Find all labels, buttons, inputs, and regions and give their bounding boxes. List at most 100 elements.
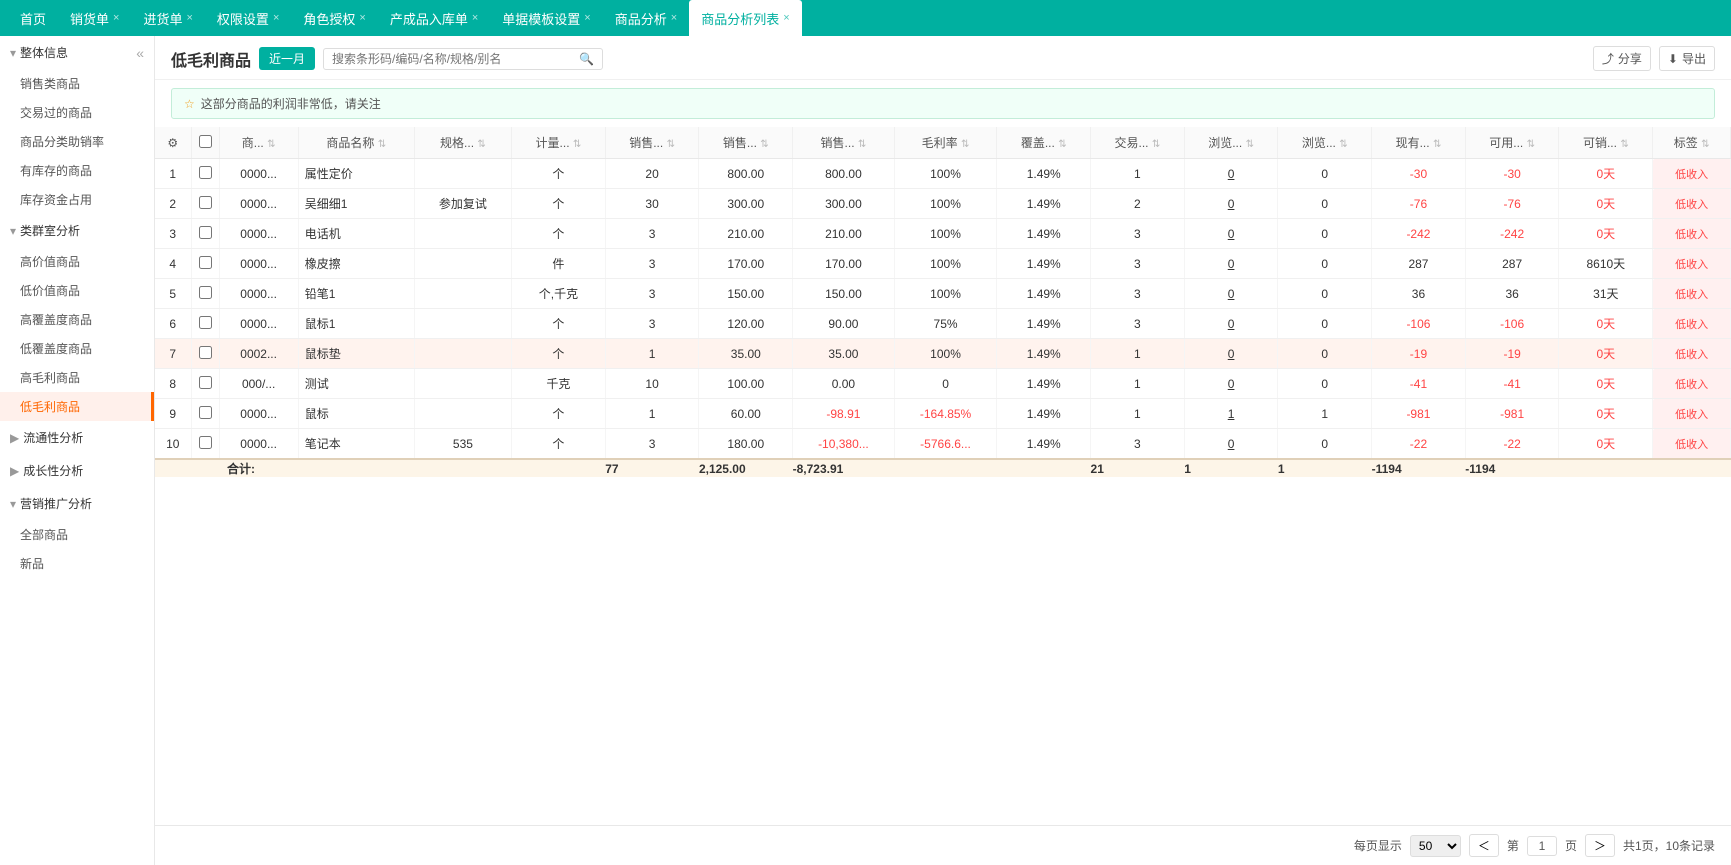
sidebar-item-high-value[interactable]: 高价值商品 [0,247,154,276]
row-view1[interactable]: 0 [1184,159,1278,189]
sidebar-item-high-margin[interactable]: 高毛利商品 [0,363,154,392]
col-spec[interactable]: 规格... ⇅ [414,127,511,159]
col-tag[interactable]: 标签 ⇅ [1653,127,1731,159]
sidebar-item-low-coverage[interactable]: 低覆盖度商品 [0,334,154,363]
nav-purchase-close[interactable]: × [186,12,192,24]
row-checkbox[interactable] [191,369,219,399]
nav-product-analysis[interactable]: 商品分析 × [603,0,689,36]
sidebar-group-flow[interactable]: ▶ 流通性分析 [0,421,154,454]
col-coverage-label: 覆盖... [1021,136,1055,150]
col-code[interactable]: 商... ⇅ [219,127,298,159]
share-button[interactable]: ⤴ 分享 [1593,46,1651,71]
col-trade[interactable]: 交易... ⇅ [1091,127,1185,159]
sidebar-group-overall[interactable]: ▾ 整体信息 « [0,36,154,69]
sidebar-item-in-stock[interactable]: 有库存的商品 [0,156,154,185]
nav-product-analysis-list[interactable]: 商品分析列表 × [689,0,801,36]
col-unit[interactable]: 计量... ⇅ [512,127,606,159]
export-button[interactable]: ⬇ 导出 [1659,46,1715,71]
row-view1[interactable]: 0 [1184,369,1278,399]
col-sales-price[interactable]: 销售... ⇅ [699,127,793,159]
col-saleable[interactable]: 可销... ⇅ [1559,127,1653,159]
row-view1[interactable]: 1 [1184,399,1278,429]
row-checkbox[interactable] [191,249,219,279]
nav-product-entry[interactable]: 产成品入库单 × [378,0,490,36]
nav-template-close[interactable]: × [584,12,590,24]
table-row: 1 0000... 属性定价 个 20 800.00 800.00 100% 1… [155,159,1731,189]
sidebar-item-inventory-capital[interactable]: 库存资金占用 [0,185,154,214]
col-settings[interactable]: ⚙ [155,127,191,159]
row-view1[interactable]: 0 [1184,429,1278,460]
row-checkbox[interactable] [191,309,219,339]
col-view1-sort-icon: ⇅ [1246,139,1254,150]
sidebar-item-low-margin[interactable]: 低毛利商品 [0,392,154,421]
row-view1[interactable]: 0 [1184,219,1278,249]
sidebar-item-all-goods[interactable]: 全部商品 [0,520,154,549]
row-checkbox[interactable] [191,339,219,369]
nav-purchase[interactable]: 进货单 × [131,0,204,36]
row-checkbox[interactable] [191,429,219,460]
nav-product-analysis-list-close[interactable]: × [783,12,789,24]
col-name-label: 商品名称 [326,136,374,150]
row-view1[interactable]: 0 [1184,339,1278,369]
col-gross-margin[interactable]: 毛利率 ⇅ [894,127,997,159]
col-available[interactable]: 可用... ⇅ [1465,127,1559,159]
sidebar-group-cluster[interactable]: ▾ 类群室分析 [0,214,154,247]
nav-product-analysis-close[interactable]: × [671,12,677,24]
row-tag: 低收入 [1653,399,1731,429]
row-sales-price: 800.00 [699,159,793,189]
nav-template[interactable]: 单据模板设置 × [490,0,602,36]
sidebar-item-new-goods[interactable]: 新品 [0,549,154,578]
sidebar-item-traded-goods[interactable]: 交易过的商品 [0,98,154,127]
settings-icon[interactable]: ⚙ [167,136,178,150]
nav-sales-close[interactable]: × [113,12,119,24]
row-no: 8 [155,369,191,399]
next-page-btn[interactable]: ＞ [1585,834,1615,857]
select-all-checkbox[interactable] [199,135,212,148]
row-checkbox[interactable] [191,279,219,309]
col-sales-profit-sort-icon: ⇅ [858,139,866,150]
col-name[interactable]: 商品名称 ⇅ [298,127,414,159]
per-page-select[interactable]: 50 100 200 [1410,835,1461,857]
row-checkbox[interactable] [191,189,219,219]
col-current[interactable]: 现有... ⇅ [1372,127,1466,159]
row-view1[interactable]: 0 [1184,279,1278,309]
sidebar-item-low-value[interactable]: 低价值商品 [0,276,154,305]
nav-permissions-close[interactable]: × [273,12,279,24]
table-wrapper[interactable]: ⚙ 商... ⇅ 商品名称 ⇅ [155,127,1731,825]
col-view1[interactable]: 浏览... ⇅ [1184,127,1278,159]
prev-page-btn[interactable]: ＜ [1469,834,1499,857]
col-available-label: 可用... [1489,136,1523,150]
row-view1[interactable]: 0 [1184,309,1278,339]
sidebar-collapse-btn[interactable]: « [136,45,144,61]
row-view2: 0 [1278,189,1372,219]
sidebar-item-category-rate[interactable]: 商品分类助销率 [0,127,154,156]
col-sales-qty[interactable]: 销售... ⇅ [605,127,699,159]
row-view1[interactable]: 0 [1184,189,1278,219]
sidebar-group-growth[interactable]: ▶ 成长性分析 [0,454,154,487]
nav-home[interactable]: 首页 [8,0,58,36]
col-sales-profit[interactable]: 销售... ⇅ [793,127,895,159]
nav-sales[interactable]: 销货单 × [58,0,131,36]
search-icon[interactable]: 🔍 [579,52,594,66]
row-checkbox[interactable] [191,399,219,429]
search-input[interactable] [332,52,579,66]
nav-permissions[interactable]: 权限设置 × [205,0,291,36]
col-view2[interactable]: 浏览... ⇅ [1278,127,1372,159]
footer-total-row: 合计: 77 2,125.00 -8,723.91 21 1 1 -1194 -… [155,459,1731,477]
row-available: -242 [1465,219,1559,249]
row-coverage: 1.49% [997,159,1091,189]
nav-role-auth[interactable]: 角色授权 × [291,0,377,36]
date-filter-btn[interactable]: 近一月 [259,47,315,70]
row-view1[interactable]: 0 [1184,249,1278,279]
row-checkbox[interactable] [191,159,219,189]
col-checkbox[interactable] [191,127,219,159]
nav-role-close[interactable]: × [359,12,365,24]
nav-product-entry-close[interactable]: × [472,12,478,24]
sidebar-item-sales-goods[interactable]: 销售类商品 [0,69,154,98]
page-title: 低毛利商品 [171,47,251,71]
col-coverage[interactable]: 覆盖... ⇅ [997,127,1091,159]
content-header: 低毛利商品 近一月 🔍 ⤴ 分享 ⬇ 导出 [155,36,1731,80]
sidebar-item-high-coverage[interactable]: 高覆盖度商品 [0,305,154,334]
row-checkbox[interactable] [191,219,219,249]
sidebar-group-marketing[interactable]: ▾ 营销推广分析 [0,487,154,520]
